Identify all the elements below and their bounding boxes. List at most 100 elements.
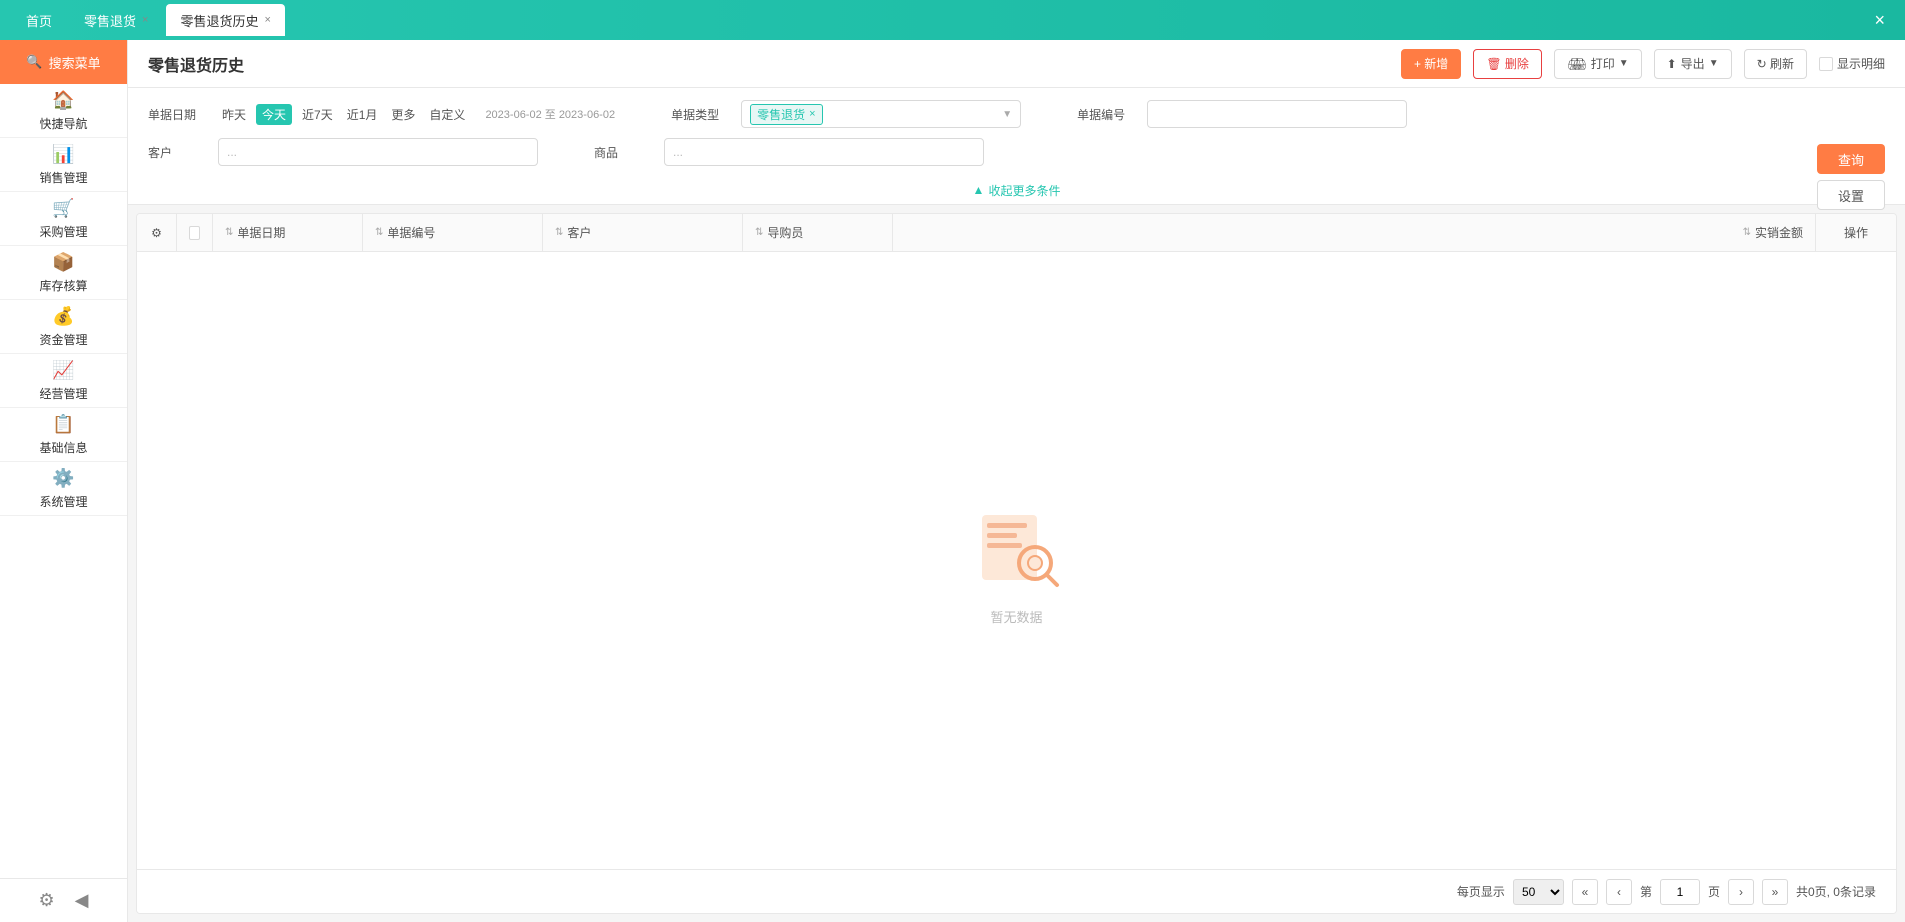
- th-customer-label: 客户: [567, 224, 591, 241]
- sort-date-icon[interactable]: ⇅: [225, 227, 233, 238]
- th-checkbox: [177, 214, 213, 251]
- customer-placeholder: ...: [227, 145, 237, 159]
- delete-button[interactable]: 🗑 删除: [1473, 49, 1542, 79]
- th-voucher-no: ⇅ 单据编号: [363, 214, 543, 251]
- sidebar-item-inventory-label: 库存核算: [39, 277, 87, 294]
- tab-retail-return-history-label: 零售退货历史: [180, 11, 258, 30]
- tab-retail-return[interactable]: 零售退货 ×: [70, 4, 162, 36]
- date-filter-label: 单据日期: [148, 106, 202, 123]
- sidebar-item-finance[interactable]: 💰 资金管理: [0, 300, 127, 354]
- sidebar-toggle-icon[interactable]: ◀: [75, 890, 89, 911]
- page-title: 零售退货历史: [148, 52, 1389, 76]
- page-header: 零售退货历史 + 新增 🗑 删除 🖨 🖨 打印 ▼ ⬆ 导出 ▼ ↻ 刷新 显示…: [128, 40, 1905, 88]
- voucher-type-tags: 零售退货 ×: [750, 104, 822, 125]
- tab-retail-return-history-close[interactable]: ×: [264, 14, 270, 26]
- sidebar-item-basic-info[interactable]: 📋 基础信息: [0, 408, 127, 462]
- export-button[interactable]: ⬆ 导出 ▼: [1654, 49, 1732, 79]
- goods-placeholder: ...: [673, 145, 683, 159]
- voucher-no-label: 单据编号: [1077, 106, 1131, 123]
- th-settings: ⚙: [137, 214, 177, 251]
- tab-home[interactable]: 首页: [12, 4, 66, 36]
- tab-retail-return-close[interactable]: ×: [142, 14, 148, 26]
- sidebar-item-purchase[interactable]: 🛒 采购管理: [0, 192, 127, 246]
- sidebar-gear-icon[interactable]: ⚙: [39, 890, 55, 911]
- voucher-type-tag-label: 零售退货: [757, 106, 805, 123]
- query-button[interactable]: 查询: [1817, 144, 1885, 174]
- last-page-button[interactable]: »: [1762, 879, 1788, 905]
- collapse-up-icon: ▲: [973, 183, 985, 197]
- sort-guide-icon[interactable]: ⇅: [755, 227, 763, 238]
- show-detail-checkbox[interactable]: [1819, 57, 1833, 71]
- customer-filter-label: 客户: [148, 144, 202, 161]
- voucher-no-input[interactable]: [1147, 100, 1407, 128]
- show-detail-label: 显示明细: [1837, 55, 1885, 72]
- customer-select[interactable]: ...: [218, 138, 538, 166]
- collapse-bar[interactable]: ▲ 收起更多条件: [148, 176, 1885, 204]
- next-page-button[interactable]: ›: [1728, 879, 1754, 905]
- sort-voucher-icon[interactable]: ⇅: [375, 227, 383, 238]
- export-chevron-icon: ▼: [1709, 58, 1719, 69]
- voucher-type-tag: 零售退货 ×: [750, 104, 822, 125]
- show-detail-checkbox-wrapper: 显示明细: [1819, 55, 1885, 72]
- purchase-icon: 🛒: [52, 198, 74, 219]
- sidebar-item-system-label: 系统管理: [39, 493, 87, 510]
- window-close-button[interactable]: ×: [1866, 6, 1893, 35]
- empty-illustration: [967, 495, 1067, 595]
- operations-icon: 📈: [52, 360, 74, 381]
- filter-row-1: 单据日期 昨天 今天 近7天 近1月 更多 自定义 2023-06-02 至 2…: [148, 100, 1885, 128]
- sales-icon: 📊: [52, 144, 74, 165]
- sidebar-item-purchase-label: 采购管理: [39, 223, 87, 240]
- new-button[interactable]: + 新增: [1401, 49, 1461, 79]
- tab-home-label: 首页: [26, 11, 52, 30]
- sidebar-item-finance-label: 资金管理: [39, 331, 87, 348]
- topbar: 首页 零售退货 × 零售退货历史 × ×: [0, 0, 1905, 40]
- shortcut-custom[interactable]: 自定义: [425, 104, 469, 125]
- refresh-button[interactable]: ↻ 刷新: [1744, 49, 1807, 79]
- filter-row-2: 客户 ... 商品 ...: [148, 138, 1885, 166]
- print-button[interactable]: 🖨 🖨 打印 ▼: [1554, 49, 1642, 79]
- collapse-label: 收起更多条件: [988, 182, 1060, 199]
- date-shortcuts: 昨天 今天 近7天 近1月 更多 自定义: [218, 104, 469, 125]
- sidebar-item-system[interactable]: ⚙️ 系统管理: [0, 462, 127, 516]
- voucher-type-chevron-icon: ▼: [1002, 109, 1012, 120]
- shortcut-today[interactable]: 今天: [256, 104, 292, 125]
- shortcut-7days[interactable]: 近7天: [298, 104, 337, 125]
- tab-retail-return-history[interactable]: 零售退货历史 ×: [166, 4, 284, 36]
- sidebar-item-operations[interactable]: 📈 经营管理: [0, 354, 127, 408]
- sidebar-item-quick-nav[interactable]: 🏠 快捷导航: [0, 84, 127, 138]
- th-date: ⇅ 单据日期: [213, 214, 363, 251]
- shortcut-1month[interactable]: 近1月: [343, 104, 382, 125]
- sort-amount-icon[interactable]: ⇅: [1743, 227, 1751, 238]
- voucher-type-select[interactable]: 零售退货 × ▼: [741, 100, 1021, 128]
- content-area: 零售退货历史 + 新增 🗑 删除 🖨 🖨 打印 ▼ ⬆ 导出 ▼ ↻ 刷新 显示…: [128, 40, 1905, 922]
- date-range-display: 2023-06-02 至 2023-06-02: [485, 106, 615, 122]
- select-all-checkbox[interactable]: [189, 226, 200, 240]
- page-number-input[interactable]: [1660, 879, 1700, 905]
- sidebar-search[interactable]: 🔍 搜索菜单: [0, 40, 127, 84]
- export-icon: ⬆: [1667, 57, 1677, 71]
- sidebar-bottom: ⚙ ◀: [0, 878, 127, 922]
- setting-button[interactable]: 设置: [1817, 180, 1885, 210]
- query-setting-buttons: 查询 设置: [1817, 144, 1885, 210]
- sidebar-item-sales[interactable]: 📊 销售管理: [0, 138, 127, 192]
- th-amount-label: 实销金额: [1755, 224, 1803, 241]
- voucher-type-tag-remove[interactable]: ×: [809, 108, 815, 120]
- goods-filter-label: 商品: [594, 144, 648, 161]
- first-page-button[interactable]: «: [1572, 879, 1598, 905]
- settings-col-icon[interactable]: ⚙: [151, 226, 162, 240]
- sort-customer-icon[interactable]: ⇅: [555, 227, 563, 238]
- filter-area: 单据日期 昨天 今天 近7天 近1月 更多 自定义 2023-06-02 至 2…: [128, 88, 1905, 205]
- sidebar-item-inventory[interactable]: 📦 库存核算: [0, 246, 127, 300]
- th-guide-label: 导购员: [767, 224, 803, 241]
- prev-page-button[interactable]: ‹: [1606, 879, 1632, 905]
- inventory-icon: 📦: [52, 252, 74, 273]
- shortcut-yesterday[interactable]: 昨天: [218, 104, 250, 125]
- th-voucher-no-label: 单据编号: [387, 224, 435, 241]
- th-date-label: 单据日期: [237, 224, 285, 241]
- th-action: 操作: [1816, 214, 1896, 251]
- pagination: 每页显示 50 10 20 100 « ‹ 第 页 › » 共0页, 0条记录: [137, 869, 1896, 913]
- per-page-select[interactable]: 50 10 20 100: [1513, 879, 1564, 905]
- table-area: ⚙ ⇅ 单据日期 ⇅ 单据编号 ⇅ 客户 ⇅: [136, 213, 1897, 914]
- goods-select[interactable]: ...: [664, 138, 984, 166]
- shortcut-more[interactable]: 更多: [387, 104, 419, 125]
